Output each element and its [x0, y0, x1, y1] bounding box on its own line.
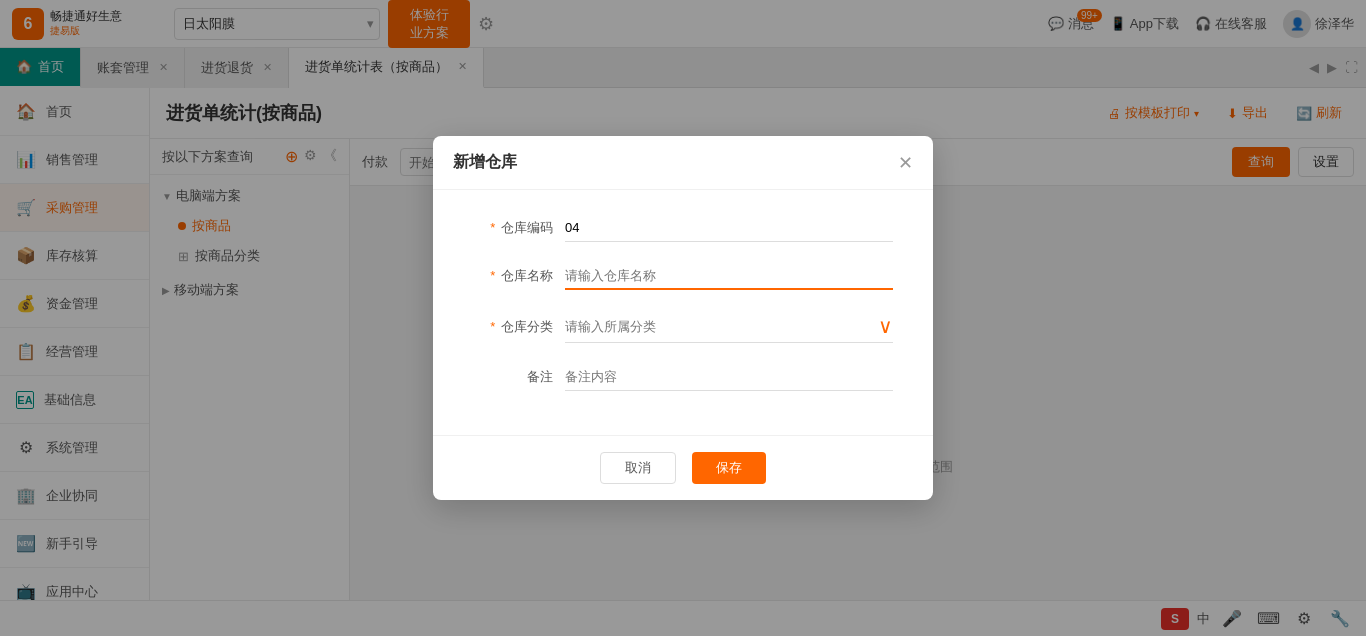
note-field-row: 备注: [473, 363, 893, 391]
note-input[interactable]: [565, 363, 893, 391]
name-input[interactable]: [565, 262, 893, 290]
dialog-header: 新增仓库 ✕: [433, 136, 933, 190]
dialog-body: * 仓库编码 * 仓库名称 * 仓库分类: [433, 190, 933, 435]
add-warehouse-dialog: 新增仓库 ✕ * 仓库编码 * 仓库名称: [433, 136, 933, 500]
name-field-row: * 仓库名称: [473, 262, 893, 290]
note-label: 备注: [473, 368, 553, 386]
save-button[interactable]: 保存: [692, 452, 766, 484]
category-field-row: * 仓库分类 ∨: [473, 310, 893, 343]
dialog-footer: 取消 保存: [433, 435, 933, 500]
dialog-close-btn[interactable]: ✕: [898, 154, 913, 172]
code-field-row: * 仓库编码: [473, 214, 893, 242]
modal-overlay: 新增仓库 ✕ * 仓库编码 * 仓库名称: [0, 0, 1366, 636]
name-label: * 仓库名称: [473, 267, 553, 285]
category-label: * 仓库分类: [473, 318, 553, 336]
category-arrow[interactable]: ∨: [878, 314, 893, 338]
code-label: * 仓库编码: [473, 219, 553, 237]
code-input[interactable]: [565, 214, 893, 242]
dialog-title: 新增仓库: [453, 152, 517, 173]
category-select-row: ∨: [565, 310, 893, 343]
category-input[interactable]: [565, 314, 878, 338]
cancel-button[interactable]: 取消: [600, 452, 676, 484]
